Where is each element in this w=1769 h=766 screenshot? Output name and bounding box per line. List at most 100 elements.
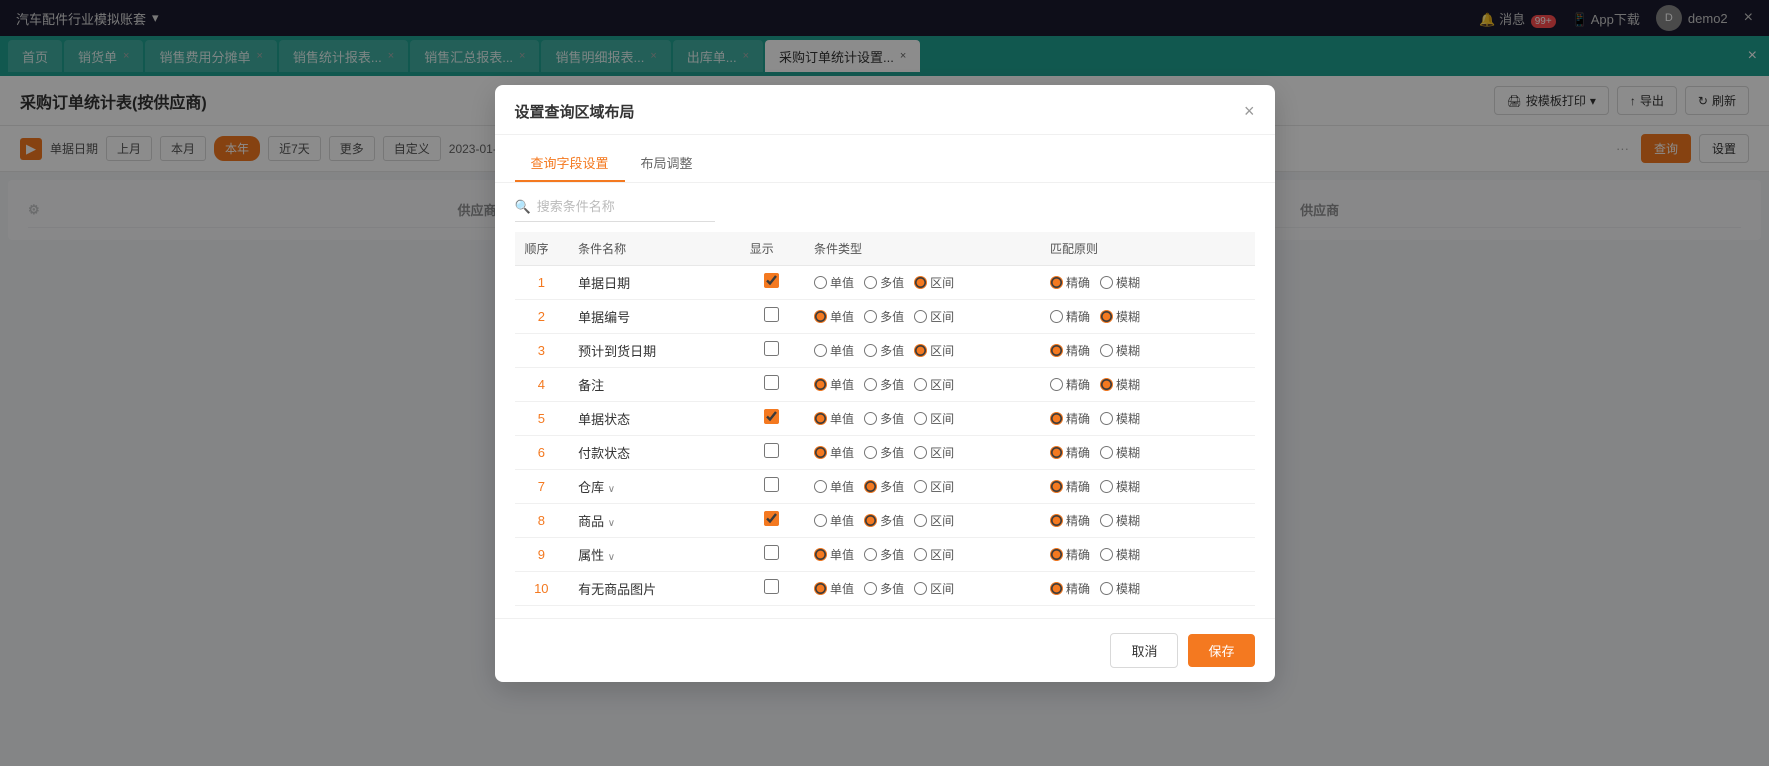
table-row: 3预计到货日期单值多值区间精确模糊 xyxy=(515,333,1255,367)
row-type-5: 单值多值区间 xyxy=(804,435,1040,469)
show-checkbox-0[interactable] xyxy=(764,273,779,288)
match-option-精确-9[interactable]: 精确 xyxy=(1050,580,1090,597)
match-option-模糊-8[interactable]: 模糊 xyxy=(1100,546,1140,563)
row-name-10: 审计结算日期 xyxy=(568,605,740,606)
match-option-模糊-6[interactable]: 模糊 xyxy=(1100,478,1140,495)
type-option-区间-6[interactable]: 区间 xyxy=(914,478,954,495)
show-checkbox-3[interactable] xyxy=(764,375,779,390)
match-option-精确-3[interactable]: 精确 xyxy=(1050,376,1090,393)
row-name-6: 仓库 ∨ xyxy=(568,469,740,503)
row-order-9: 10 xyxy=(515,571,569,605)
row-match-9: 精确模糊 xyxy=(1040,571,1255,605)
type-option-区间-8[interactable]: 区间 xyxy=(914,546,954,563)
match-option-模糊-2[interactable]: 模糊 xyxy=(1100,342,1140,359)
match-option-精确-1[interactable]: 精确 xyxy=(1050,308,1090,325)
type-option-区间-0[interactable]: 区间 xyxy=(914,274,954,291)
row-type-9: 单值多值区间 xyxy=(804,571,1040,605)
type-option-单值-3[interactable]: 单值 xyxy=(814,376,854,393)
type-option-多值-0[interactable]: 多值 xyxy=(864,274,904,291)
type-option-区间-2[interactable]: 区间 xyxy=(914,342,954,359)
type-option-单值-4[interactable]: 单值 xyxy=(814,410,854,427)
search-input[interactable] xyxy=(537,199,697,214)
row-show-1 xyxy=(740,299,804,333)
table-row: 9属性 ∨单值多值区间精确模糊 xyxy=(515,537,1255,571)
type-option-多值-9[interactable]: 多值 xyxy=(864,580,904,597)
match-option-模糊-1[interactable]: 模糊 xyxy=(1100,308,1140,325)
show-checkbox-4[interactable] xyxy=(764,409,779,424)
modal-header: 设置查询区域布局 × xyxy=(495,85,1275,135)
row-type-10: 单值多值区间 xyxy=(804,605,1040,606)
type-option-区间-5[interactable]: 区间 xyxy=(914,444,954,461)
show-checkbox-5[interactable] xyxy=(764,443,779,458)
modal-overlay: 设置查询区域布局 × 查询字段设置 布局调整 🔍 顺序 xyxy=(0,0,1769,766)
row-name-8: 属性 ∨ xyxy=(568,537,740,571)
table-row: 2单据编号单值多值区间精确模糊 xyxy=(515,299,1255,333)
type-option-多值-5[interactable]: 多值 xyxy=(864,444,904,461)
type-option-单值-9[interactable]: 单值 xyxy=(814,580,854,597)
tab-query-fields[interactable]: 查询字段设置 xyxy=(515,145,625,182)
type-option-单值-0[interactable]: 单值 xyxy=(814,274,854,291)
type-option-多值-3[interactable]: 多值 xyxy=(864,376,904,393)
match-option-精确-0[interactable]: 精确 xyxy=(1050,274,1090,291)
save-button[interactable]: 保存 xyxy=(1188,634,1254,667)
type-option-多值-8[interactable]: 多值 xyxy=(864,546,904,563)
modal-close-button[interactable]: × xyxy=(1244,102,1255,120)
row-name-2: 预计到货日期 xyxy=(568,333,740,367)
type-option-区间-7[interactable]: 区间 xyxy=(914,512,954,529)
match-option-模糊-5[interactable]: 模糊 xyxy=(1100,444,1140,461)
row-show-3 xyxy=(740,367,804,401)
show-checkbox-7[interactable] xyxy=(764,511,779,526)
cancel-button[interactable]: 取消 xyxy=(1110,633,1178,668)
type-option-区间-1[interactable]: 区间 xyxy=(914,308,954,325)
show-checkbox-9[interactable] xyxy=(764,579,779,594)
type-option-区间-9[interactable]: 区间 xyxy=(914,580,954,597)
th-type: 条件类型 xyxy=(804,232,1040,266)
type-option-单值-6[interactable]: 单值 xyxy=(814,478,854,495)
type-option-单值-1[interactable]: 单值 xyxy=(814,308,854,325)
table-row: 1单据日期单值多值区间精确模糊 xyxy=(515,266,1255,300)
match-option-精确-5[interactable]: 精确 xyxy=(1050,444,1090,461)
type-option-区间-4[interactable]: 区间 xyxy=(914,410,954,427)
tab-layout-adjust[interactable]: 布局调整 xyxy=(625,145,709,182)
type-option-多值-6[interactable]: 多值 xyxy=(864,478,904,495)
table-scroll: 1单据日期单值多值区间精确模糊2单据编号单值多值区间精确模糊3预计到货日期单值多… xyxy=(515,266,1255,606)
match-option-精确-6[interactable]: 精确 xyxy=(1050,478,1090,495)
type-option-单值-2[interactable]: 单值 xyxy=(814,342,854,359)
row-order-5: 6 xyxy=(515,435,569,469)
row-show-9 xyxy=(740,571,804,605)
show-checkbox-1[interactable] xyxy=(764,307,779,322)
type-option-多值-7[interactable]: 多值 xyxy=(864,512,904,529)
table-row: 7仓库 ∨单值多值区间精确模糊 xyxy=(515,469,1255,503)
table-row: 8商品 ∨单值多值区间精确模糊 xyxy=(515,503,1255,537)
type-option-多值-4[interactable]: 多值 xyxy=(864,410,904,427)
match-option-模糊-4[interactable]: 模糊 xyxy=(1100,410,1140,427)
type-option-多值-1[interactable]: 多值 xyxy=(864,308,904,325)
type-option-单值-7[interactable]: 单值 xyxy=(814,512,854,529)
match-option-精确-4[interactable]: 精确 xyxy=(1050,410,1090,427)
type-option-多值-2[interactable]: 多值 xyxy=(864,342,904,359)
match-option-模糊-9[interactable]: 模糊 xyxy=(1100,580,1140,597)
th-show: 显示 xyxy=(740,232,804,266)
row-name-9: 有无商品图片 xyxy=(568,571,740,605)
match-option-精确-7[interactable]: 精确 xyxy=(1050,512,1090,529)
match-option-模糊-3[interactable]: 模糊 xyxy=(1100,376,1140,393)
match-option-模糊-0[interactable]: 模糊 xyxy=(1100,274,1140,291)
row-name-3: 备注 xyxy=(568,367,740,401)
row-match-6: 精确模糊 xyxy=(1040,469,1255,503)
match-option-精确-2[interactable]: 精确 xyxy=(1050,342,1090,359)
row-order-7: 8 xyxy=(515,503,569,537)
type-option-区间-3[interactable]: 区间 xyxy=(914,376,954,393)
match-option-精确-8[interactable]: 精确 xyxy=(1050,546,1090,563)
row-order-3: 4 xyxy=(515,367,569,401)
row-type-2: 单值多值区间 xyxy=(804,333,1040,367)
modal-footer: 取消 保存 xyxy=(495,618,1275,682)
table-row: 4备注 单值多值区间 精确模糊 xyxy=(515,367,1255,401)
type-option-单值-8[interactable]: 单值 xyxy=(814,546,854,563)
match-option-模糊-7[interactable]: 模糊 xyxy=(1100,512,1140,529)
th-match: 匹配原则 xyxy=(1040,232,1255,266)
type-option-单值-5[interactable]: 单值 xyxy=(814,444,854,461)
show-checkbox-6[interactable] xyxy=(764,477,779,492)
show-checkbox-2[interactable] xyxy=(764,341,779,356)
row-type-7: 单值多值区间 xyxy=(804,503,1040,537)
show-checkbox-8[interactable] xyxy=(764,545,779,560)
